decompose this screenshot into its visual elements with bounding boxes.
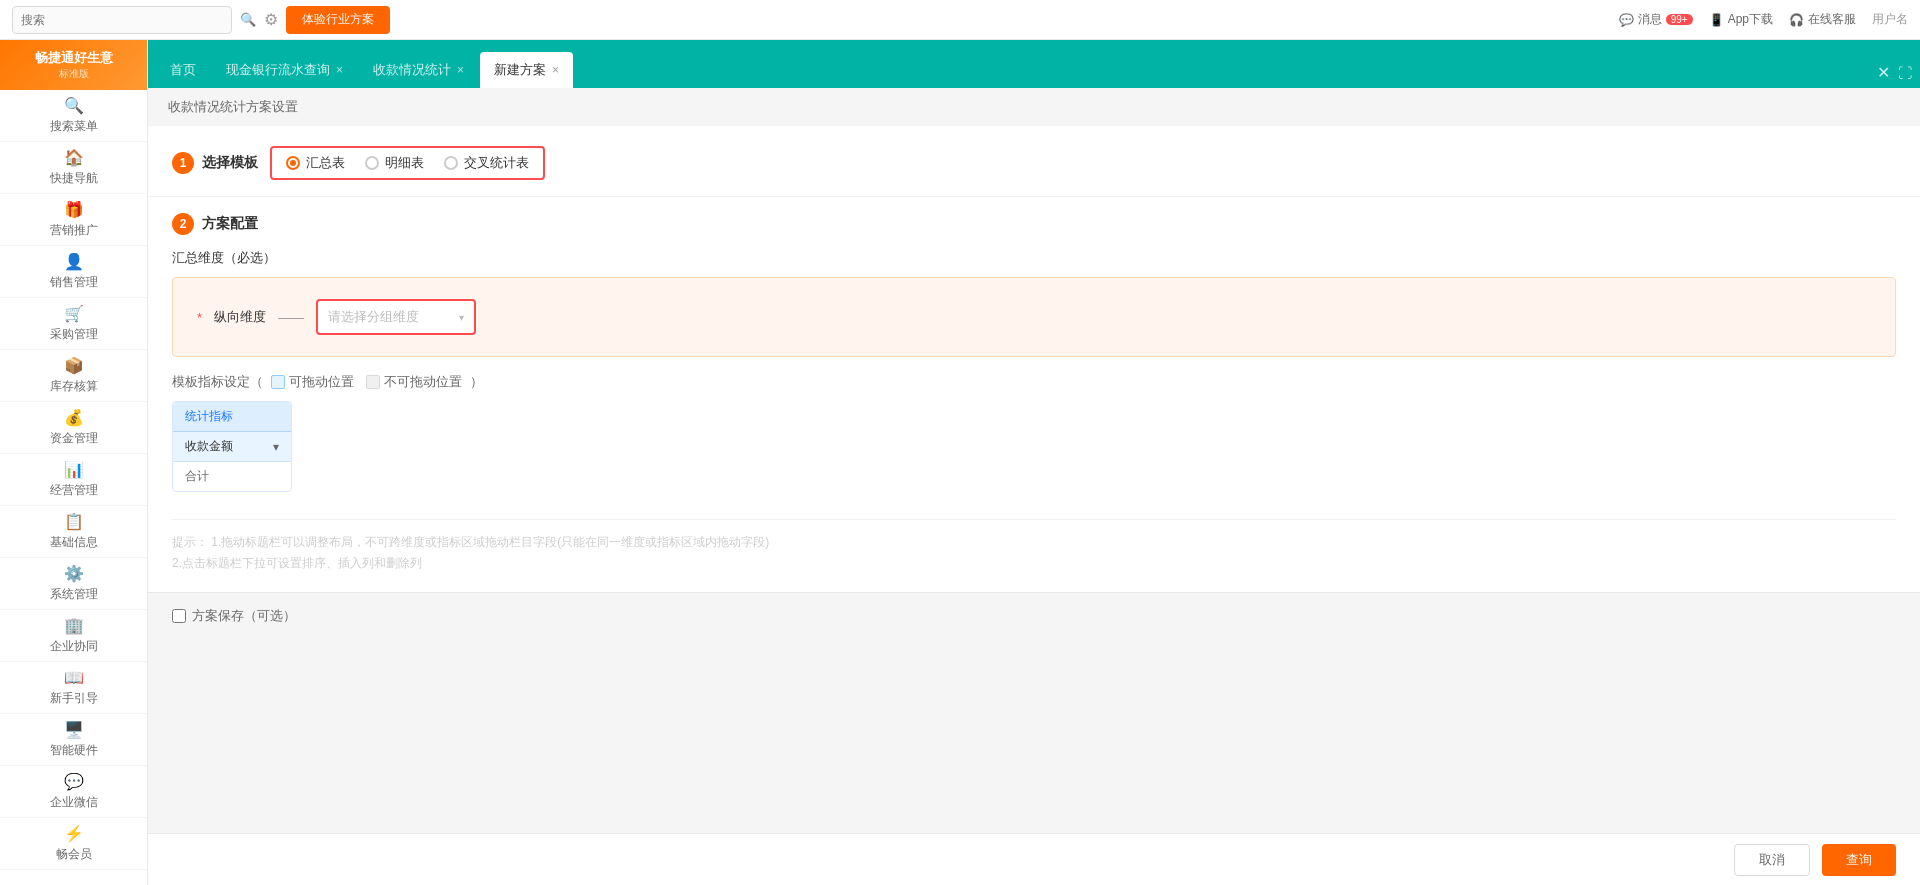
app-download[interactable]: 📱 App下载 [1709, 11, 1773, 28]
step1-number: 1 [172, 152, 194, 174]
search-input[interactable] [12, 6, 232, 34]
save-checkbox-label[interactable]: 方案保存（可选） [172, 607, 1896, 625]
member-icon: ⚡ [64, 824, 84, 843]
sidebar-item-enterprise[interactable]: 🏢 企业协同 [0, 610, 147, 662]
search-menu-icon: 🔍 [64, 96, 84, 115]
hint-line-2: 2.点击标题栏下拉可设置排序、插入列和删除列 [172, 555, 1896, 572]
step2-label: 方案配置 [202, 215, 258, 233]
tab-bank-flow[interactable]: 现金银行流水查询 × [212, 52, 357, 88]
stats-header-row: 统计指标 [173, 402, 291, 432]
save-checkbox[interactable] [172, 609, 186, 623]
summary-dimension-section: 汇总维度（必选） * 纵向维度 —— 请选择分组维度 ▾ [172, 249, 1896, 357]
radio-cross[interactable]: 交叉统计表 [444, 154, 529, 172]
tab-home[interactable]: 首页 [156, 52, 210, 88]
sidebar-item-wechat[interactable]: 💬 企业微信 [0, 766, 147, 818]
select-arrow-icon: ▾ [459, 312, 464, 323]
stats-amount-row[interactable]: 收款金额 ▾ [173, 432, 291, 462]
sidebar-item-operations[interactable]: 📊 经营管理 [0, 454, 147, 506]
vertical-dimension-label: 纵向维度 [214, 308, 266, 326]
stats-total-row: 合计 [173, 462, 291, 491]
sidebar-logo: 畅捷通好生意 标准版 [0, 40, 147, 90]
purchase-icon: 🛒 [64, 304, 84, 323]
sidebar-item-quick-nav[interactable]: 🏠 快捷导航 [0, 142, 147, 194]
dimension-arrow: —— [278, 310, 304, 325]
user-info[interactable]: 用户名 [1872, 11, 1908, 28]
breadcrumb: 收款情况统计方案设置 [148, 88, 1920, 126]
finance-icon: 💰 [64, 408, 84, 427]
hint-area: 提示： 1.拖动标题栏可以调整布局，不可跨维度或指标区域拖动栏目字段(只能在同一… [172, 519, 1896, 572]
amount-dropdown-icon: ▾ [273, 440, 279, 454]
system-icon: ⚙️ [64, 564, 84, 583]
operations-icon: 📊 [64, 460, 84, 479]
cancel-button[interactable]: 取消 [1734, 844, 1810, 876]
sidebar-item-purchase[interactable]: 🛒 采购管理 [0, 298, 147, 350]
tab-close-bank-flow[interactable]: × [336, 63, 343, 77]
indicator-title-prefix: 模板指标设定（ [172, 373, 263, 391]
dimension-title: 汇总维度（必选） [172, 249, 1896, 267]
stats-table: 统计指标 收款金额 ▾ 合计 [172, 401, 292, 492]
hint-line-1: 提示： 1.拖动标题栏可以调整布局，不可跨维度或指标区域拖动栏目字段(只能在同一… [172, 534, 1896, 551]
home-icon: 🏠 [64, 148, 84, 167]
sidebar-item-finance[interactable]: 💰 资金管理 [0, 402, 147, 454]
wechat-icon: 💬 [64, 772, 84, 791]
radio-summary[interactable]: 汇总表 [286, 154, 345, 172]
indicator-title-suffix: ） [470, 373, 483, 391]
sidebar-item-sales[interactable]: 👤 销售管理 [0, 246, 147, 298]
settings-icon[interactable]: ⚙ [264, 10, 278, 29]
sidebar-item-basic[interactable]: 📋 基础信息 [0, 506, 147, 558]
marketing-icon: 🎁 [64, 200, 84, 219]
search-icon: 🔍 [240, 12, 256, 27]
step2-number: 2 [172, 213, 194, 235]
support-icon: 🎧 [1789, 13, 1804, 27]
save-section: 方案保存（可选） [148, 592, 1920, 639]
draggable-label: 可拖动位置 [289, 373, 354, 391]
basic-icon: 📋 [64, 512, 84, 531]
window-expand-icon[interactable]: ⛶ [1898, 65, 1912, 81]
tab-close-new-plan[interactable]: × [552, 63, 559, 77]
footer-bar: 取消 查询 [148, 833, 1920, 885]
inventory-icon: 📦 [64, 356, 84, 375]
non-draggable-label: 不可拖动位置 [384, 373, 462, 391]
dimension-area: * 纵向维度 —— 请选择分组维度 ▾ [172, 277, 1896, 357]
sales-icon: 👤 [64, 252, 84, 271]
template-radio-group: 汇总表 明细表 交叉统计表 [270, 146, 545, 180]
step2-section: 2 方案配置 汇总维度（必选） * 纵向维度 —— [172, 213, 1896, 572]
sidebar-item-search[interactable]: 🔍 搜索菜单 [0, 90, 147, 142]
notification[interactable]: 💬 消息 99+ [1619, 11, 1693, 28]
trial-btn[interactable]: 体验行业方案 [286, 6, 390, 34]
download-icon: 📱 [1709, 13, 1724, 27]
required-mark: * [197, 310, 202, 325]
notification-badge: 99+ [1666, 14, 1693, 25]
radio-detail[interactable]: 明细表 [365, 154, 424, 172]
query-button[interactable]: 查询 [1822, 844, 1896, 876]
step1-label: 选择模板 [202, 154, 258, 172]
message-icon: 💬 [1619, 13, 1634, 27]
enterprise-icon: 🏢 [64, 616, 84, 635]
sidebar-item-guide[interactable]: 📖 新手引导 [0, 662, 147, 714]
indicator-separator: 不可拖动位置 [366, 373, 462, 391]
sidebar-item-hardware[interactable]: 🖥️ 智能硬件 [0, 714, 147, 766]
sidebar-item-inventory[interactable]: 📦 库存核算 [0, 350, 147, 402]
tab-new-plan[interactable]: 新建方案 × [480, 52, 573, 88]
tab-close-receipt-stats[interactable]: × [457, 63, 464, 77]
window-close-icon[interactable]: ✕ [1877, 63, 1890, 82]
sidebar-item-member[interactable]: ⚡ 畅会员 [0, 818, 147, 870]
dimension-select[interactable]: 请选择分组维度 ▾ [316, 299, 476, 335]
online-support[interactable]: 🎧 在线客服 [1789, 11, 1856, 28]
step1-section: 1 选择模板 汇总表 [172, 146, 1896, 180]
tab-receipt-stats[interactable]: 收款情况统计 × [359, 52, 478, 88]
hardware-icon: 🖥️ [64, 720, 84, 739]
guide-icon: 📖 [64, 668, 84, 687]
sidebar-item-marketing[interactable]: 🎁 营销推广 [0, 194, 147, 246]
draggable-indicator [271, 375, 285, 389]
indicator-section: 模板指标设定（ 可拖动位置 不可拖动位置 ） [172, 373, 1896, 495]
non-draggable-indicator [366, 375, 380, 389]
sidebar-item-system[interactable]: ⚙️ 系统管理 [0, 558, 147, 610]
